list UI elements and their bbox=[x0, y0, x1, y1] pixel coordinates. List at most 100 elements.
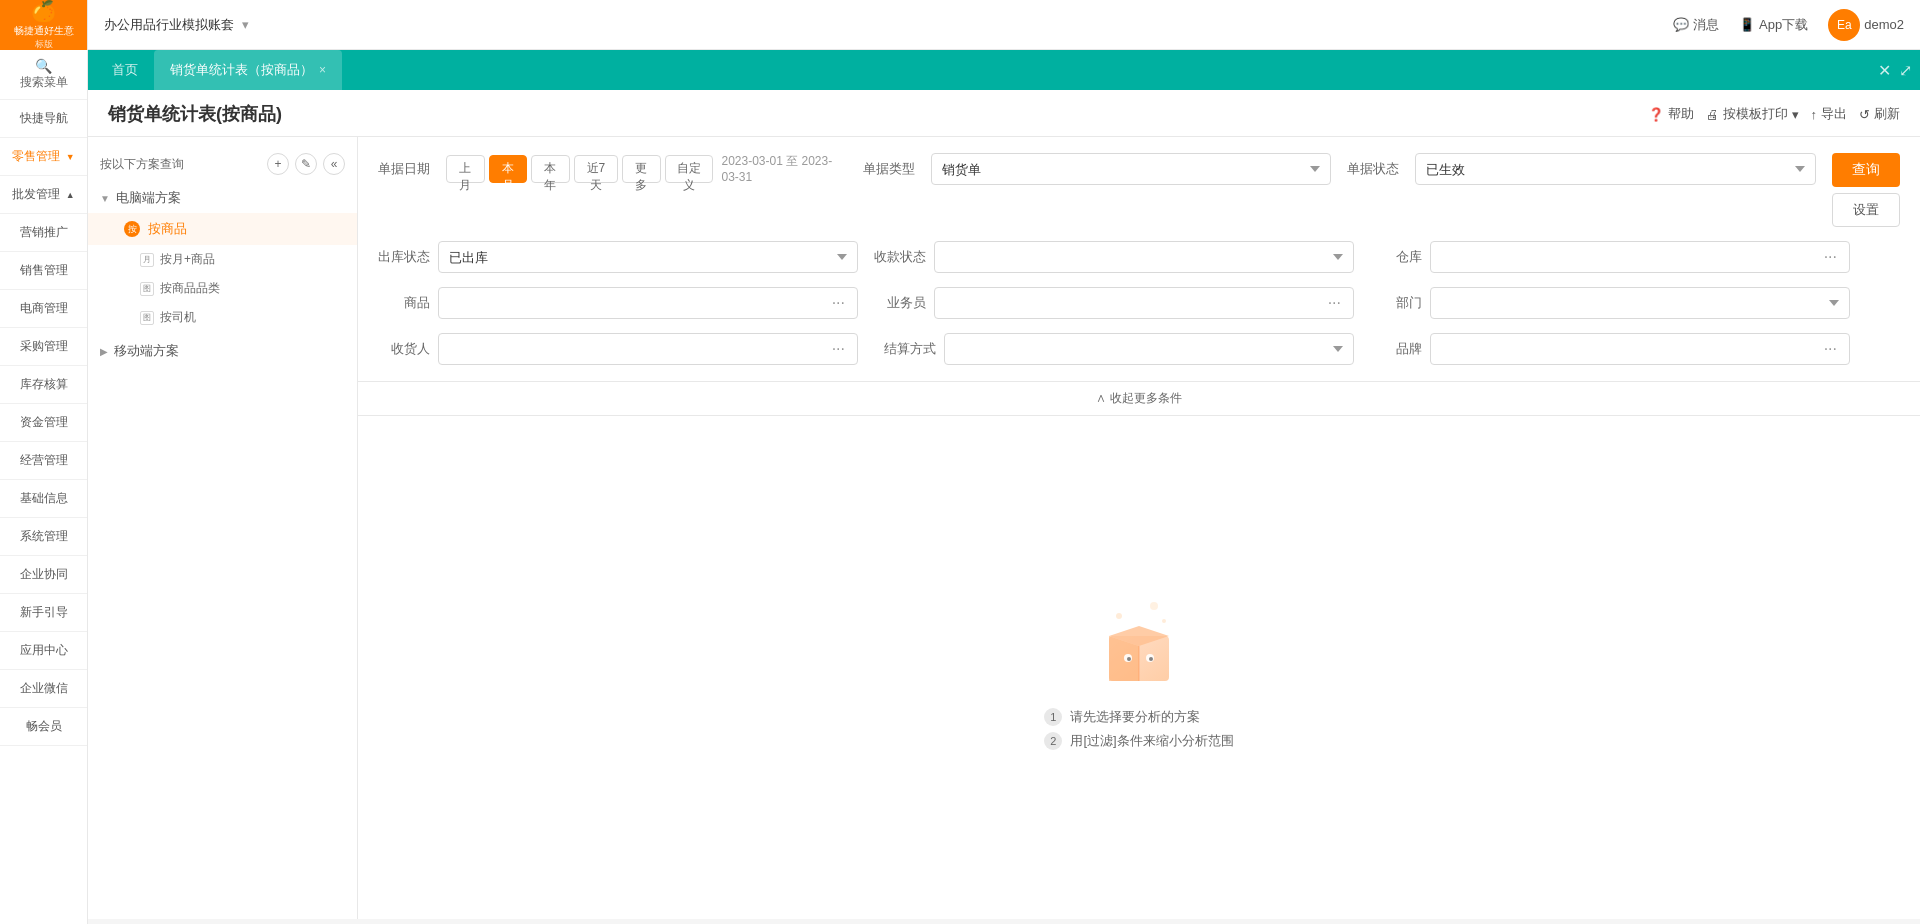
topbar: 办公用品行业模拟账套 ▾ 💬 消息 📱 App下载 Ea demo2 bbox=[88, 0, 1920, 50]
scheme-sub-item-month-product[interactable]: 月 按月+商品 bbox=[88, 245, 357, 274]
tab-active[interactable]: 销货单统计表（按商品） × bbox=[154, 50, 342, 90]
date-more-btn[interactable]: 更多 bbox=[622, 155, 661, 183]
step-num-1: 1 bbox=[1044, 708, 1062, 726]
print-action[interactable]: 🖨 按模板打印 ▾ bbox=[1706, 105, 1799, 123]
sidebar-item-search[interactable]: 🔍 搜索菜单 bbox=[0, 50, 87, 100]
date-prev-btn[interactable]: 上月 bbox=[446, 155, 485, 183]
filter-receive-status: 收款状态 bbox=[874, 241, 1354, 273]
refresh-action[interactable]: ↺ 刷新 bbox=[1859, 105, 1900, 123]
logo-label: 畅捷通好生意 bbox=[14, 24, 74, 38]
sidebar-item-retail[interactable]: 零售管理 ▼ bbox=[0, 138, 87, 176]
page-actions: ❓ 帮助 🖨 按模板打印 ▾ ↑ 导出 ↺ 刷新 bbox=[1648, 105, 1901, 123]
tab-maximize-btn[interactable]: ⤢ bbox=[1899, 61, 1912, 80]
page-title: 销货单统计表(按商品) bbox=[108, 102, 282, 126]
tab-close-icon[interactable]: × bbox=[319, 63, 326, 77]
export-action[interactable]: ↑ 导出 bbox=[1811, 105, 1848, 123]
content: 销货单统计表(按商品) ❓ 帮助 🖨 按模板打印 ▾ ↑ 导出 ↺ 刷新 bbox=[88, 90, 1920, 924]
empty-step-2: 2 用[过滤]条件来缩小分析范围 bbox=[1044, 732, 1233, 750]
type-label: 单据类型 bbox=[863, 160, 923, 178]
filter-consignee: 收货人 ··· bbox=[378, 333, 858, 365]
status-label: 单据状态 bbox=[1347, 160, 1407, 178]
staff-dots[interactable]: ··· bbox=[1324, 294, 1345, 312]
topbar-app-download[interactable]: 📱 App下载 bbox=[1739, 16, 1808, 34]
empty-illustration bbox=[1084, 586, 1194, 696]
status-select[interactable]: 已生效 bbox=[1415, 153, 1816, 185]
print-icon: 🖨 bbox=[1706, 107, 1719, 122]
help-action[interactable]: ❓ 帮助 bbox=[1648, 105, 1694, 123]
dept-select[interactable] bbox=[1430, 287, 1850, 319]
filter-product: 商品 ··· bbox=[378, 287, 858, 319]
date-7-btn[interactable]: 近7天 bbox=[574, 155, 618, 183]
page-title-bar: 销货单统计表(按商品) ❓ 帮助 🖨 按模板打印 ▾ ↑ 导出 ↺ 刷新 bbox=[88, 90, 1920, 137]
edit-scheme-btn[interactable]: ✎ bbox=[295, 153, 317, 175]
sidebar-item-quick-nav[interactable]: 快捷导航 bbox=[0, 100, 87, 138]
query-btn[interactable]: 查询 bbox=[1832, 153, 1900, 187]
out-select[interactable]: 已出库 bbox=[438, 241, 858, 273]
date-custom-btn[interactable]: 自定义 bbox=[665, 155, 714, 183]
consignee-label: 收货人 bbox=[378, 340, 438, 358]
topbar-dropdown-icon[interactable]: ▾ bbox=[242, 17, 249, 32]
consignee-dots[interactable]: ··· bbox=[828, 340, 849, 358]
brand-dots[interactable]: ··· bbox=[1820, 340, 1841, 358]
collapse-panel-btn[interactable]: « bbox=[323, 153, 345, 175]
sidebar-logo[interactable]: 🍊 畅捷通好生意 标版 bbox=[0, 0, 87, 50]
svg-point-7 bbox=[1149, 657, 1153, 661]
sidebar-item-ecommerce[interactable]: 电商管理 bbox=[0, 290, 87, 328]
chevron-right-icon: ▶ bbox=[100, 346, 108, 357]
empty-step-1: 1 请先选择要分析的方案 bbox=[1044, 708, 1233, 726]
logo-icon: 🍊 bbox=[31, 0, 56, 23]
scheme-item-by-product[interactable]: 按 按商品 bbox=[88, 213, 357, 245]
topbar-title: 办公用品行业模拟账套 bbox=[104, 16, 234, 34]
app-download-icon: 📱 bbox=[1739, 17, 1755, 32]
sidebar-item-member[interactable]: 畅会员 bbox=[0, 708, 87, 746]
tab-bar: 首页 销货单统计表（按商品） × ✕ ⤢ bbox=[88, 50, 1920, 90]
date-year-btn[interactable]: 本年 bbox=[531, 155, 570, 183]
sidebar-item-finance[interactable]: 资金管理 bbox=[0, 404, 87, 442]
type-select[interactable]: 销货单 bbox=[931, 153, 1332, 185]
right-panel: 单据日期 上月 本月 本年 近7天 更多 自定义 2023-03-01 至 20… bbox=[358, 137, 1920, 919]
sidebar-item-purchase[interactable]: 采购管理 bbox=[0, 328, 87, 366]
sidebar-item-inventory[interactable]: 库存核算 bbox=[0, 366, 87, 404]
sidebar: 🍊 畅捷通好生意 标版 🔍 搜索菜单 快捷导航 零售管理 ▼ 批发管理 ▲ 营销… bbox=[0, 0, 88, 924]
sidebar-item-sales[interactable]: 销售管理 bbox=[0, 252, 87, 290]
step-num-2: 2 bbox=[1044, 732, 1062, 750]
settings-btn[interactable]: 设置 bbox=[1832, 193, 1900, 227]
receive-label: 收款状态 bbox=[874, 248, 934, 266]
scheme-group-pc: ▼ 电脑端方案 按 按商品 月 按月+商品 图 按商品品类 bbox=[88, 183, 357, 332]
sidebar-item-guide[interactable]: 新手引导 bbox=[0, 594, 87, 632]
scheme-sub-item-category[interactable]: 图 按商品品类 bbox=[88, 274, 357, 303]
sidebar-item-operations[interactable]: 经营管理 bbox=[0, 442, 87, 480]
tab-home[interactable]: 首页 bbox=[96, 50, 154, 90]
scheme-sub-item-driver[interactable]: 图 按司机 bbox=[88, 303, 357, 332]
sidebar-item-wholesale[interactable]: 批发管理 ▲ bbox=[0, 176, 87, 214]
filter-staff: 业务员 ··· bbox=[874, 287, 1354, 319]
main-body: 按以下方案查询 + ✎ « ▼ 电脑端方案 按 按商品 bbox=[88, 137, 1920, 919]
add-scheme-btn[interactable]: + bbox=[267, 153, 289, 175]
warehouse-dots[interactable]: ··· bbox=[1820, 248, 1841, 266]
empty-state: 1 请先选择要分析的方案 2 用[过滤]条件来缩小分析范围 bbox=[358, 416, 1920, 919]
topbar-user[interactable]: Ea demo2 bbox=[1828, 9, 1904, 41]
sidebar-item-marketing[interactable]: 营销推广 bbox=[0, 214, 87, 252]
svg-point-8 bbox=[1116, 613, 1122, 619]
sidebar-item-enterprise[interactable]: 企业协同 bbox=[0, 556, 87, 594]
date-cur-btn[interactable]: 本月 bbox=[489, 155, 528, 183]
export-icon: ↑ bbox=[1811, 107, 1818, 122]
payment-select[interactable] bbox=[944, 333, 1354, 365]
receive-select[interactable] bbox=[934, 241, 1354, 273]
sidebar-item-system[interactable]: 系统管理 bbox=[0, 518, 87, 556]
filter-row-4: 收货人 ··· 结算方式 bbox=[378, 333, 1900, 365]
topbar-messages[interactable]: 💬 消息 bbox=[1673, 16, 1719, 34]
date-group: 上月 本月 本年 近7天 更多 自定义 2023-03-01 至 2023-03… bbox=[446, 153, 847, 184]
scheme-group-mobile[interactable]: ▶ 移动端方案 bbox=[88, 336, 357, 366]
scheme-item-icon: 按 bbox=[124, 221, 140, 237]
out-label: 出库状态 bbox=[378, 248, 438, 266]
sidebar-item-wechat[interactable]: 企业微信 bbox=[0, 670, 87, 708]
sidebar-item-basic[interactable]: 基础信息 bbox=[0, 480, 87, 518]
scheme-group-pc-header[interactable]: ▼ 电脑端方案 bbox=[88, 183, 357, 213]
sidebar-item-app-center[interactable]: 应用中心 bbox=[0, 632, 87, 670]
tab-close-window-btn[interactable]: ✕ bbox=[1878, 61, 1891, 80]
product-dots[interactable]: ··· bbox=[828, 294, 849, 312]
scheme-sub-icon-2: 图 bbox=[140, 282, 154, 296]
help-icon: ❓ bbox=[1648, 107, 1664, 122]
collapse-bar[interactable]: ∧ 收起更多条件 bbox=[358, 382, 1920, 416]
